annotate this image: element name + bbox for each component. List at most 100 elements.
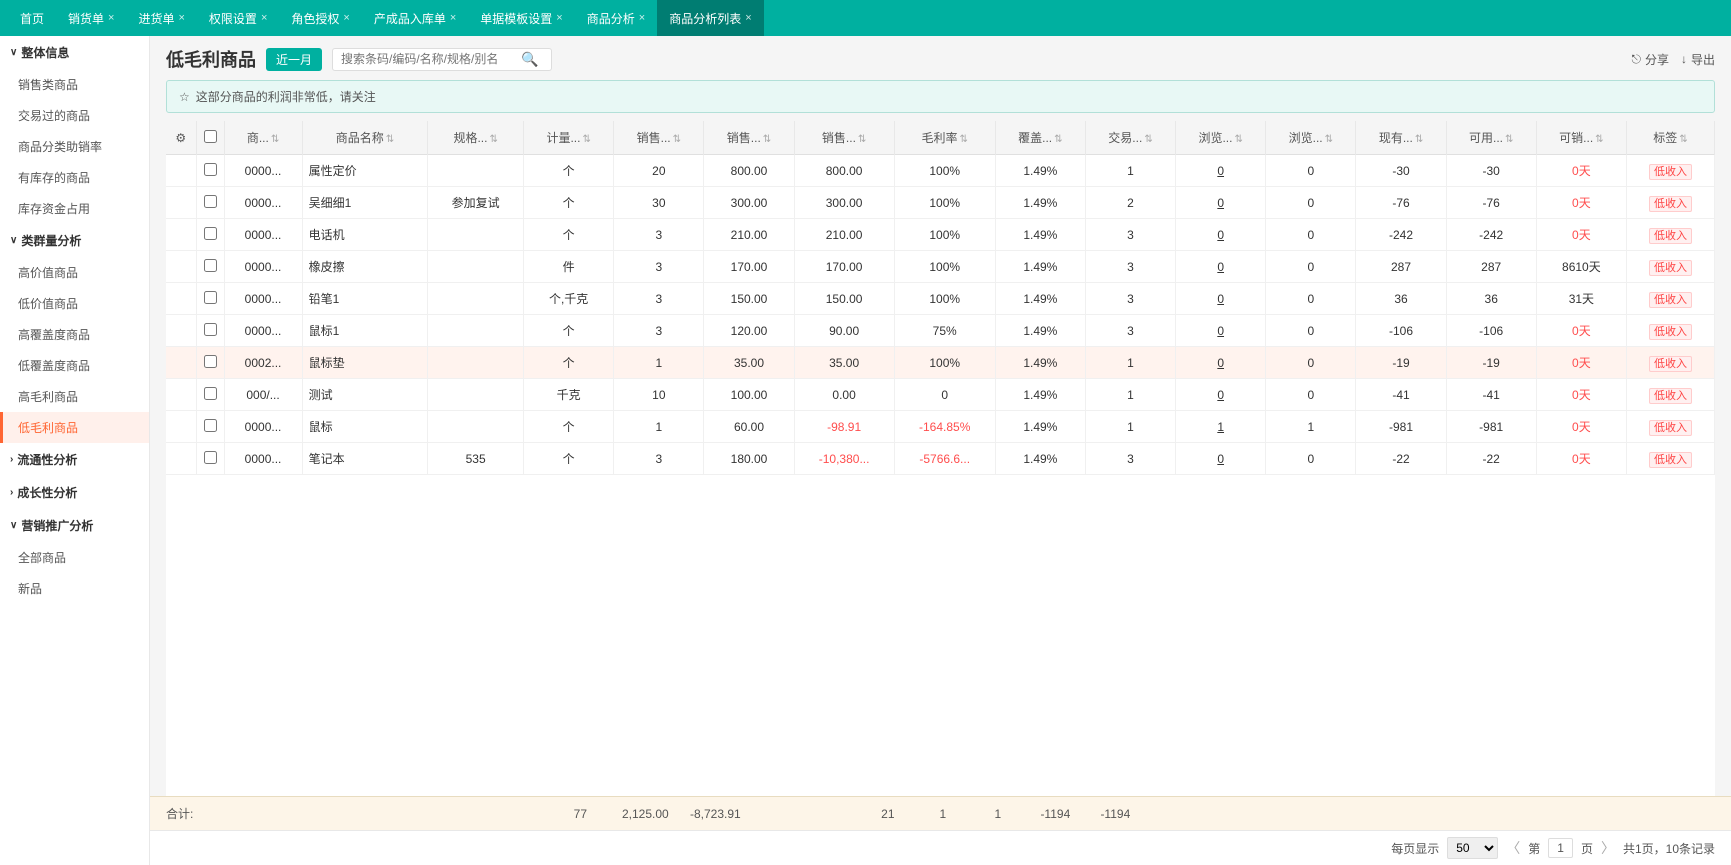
col-coverage[interactable]: 覆盖...⇅ [995, 121, 1085, 155]
nav-goods-analysis-list[interactable]: 商品分析列表 × [657, 0, 763, 36]
sidebar-item-low-coverage[interactable]: 低覆盖度商品 [0, 350, 149, 381]
row-browse1[interactable]: 0 [1176, 251, 1266, 283]
col-sales-qty[interactable]: 销售...⇅ [614, 121, 704, 155]
row-browse1[interactable]: 0 [1176, 315, 1266, 347]
row-checkbox[interactable] [204, 291, 217, 304]
prev-page-button[interactable]: 〈 [1506, 838, 1520, 858]
table-container[interactable]: ⚙ 商...⇅ 商品名称⇅ 规格...⇅ 计量...⇅ 销售...⇅ 销售...… [166, 121, 1715, 796]
row-checkbox-cell[interactable] [196, 283, 224, 315]
row-checkbox[interactable] [204, 355, 217, 368]
time-filter-button[interactable]: 近一月 [266, 48, 322, 71]
sidebar-item-high-margin[interactable]: 高毛利商品 [0, 381, 149, 412]
nav-goods-analysis-close[interactable]: × [639, 12, 645, 24]
nav-home[interactable]: 首页 [8, 0, 56, 36]
col-spec[interactable]: 规格...⇅ [428, 121, 524, 155]
row-settings-btn[interactable] [166, 283, 196, 315]
nav-permission[interactable]: 权限设置 × [197, 0, 279, 36]
nav-permission-close[interactable]: × [261, 12, 267, 24]
nav-template[interactable]: 单据模板设置 × [468, 0, 574, 36]
sidebar-group-growth[interactable]: › 成长性分析 [0, 476, 149, 509]
sidebar-group-flow[interactable]: › 流通性分析 [0, 443, 149, 476]
row-settings-btn[interactable] [166, 219, 196, 251]
col-gross-margin[interactable]: 毛利率⇅ [894, 121, 995, 155]
row-checkbox-cell[interactable] [196, 443, 224, 475]
row-settings-btn[interactable] [166, 379, 196, 411]
sidebar-item-low-value[interactable]: 低价值商品 [0, 288, 149, 319]
nav-purchase-close[interactable]: × [178, 12, 184, 24]
nav-product-entry-close[interactable]: × [450, 12, 456, 24]
nav-goods-analysis-list-close[interactable]: × [745, 12, 751, 24]
row-settings-btn[interactable] [166, 443, 196, 475]
row-checkbox[interactable] [204, 323, 217, 336]
nav-purchase-order[interactable]: 进货单 × [126, 0, 196, 36]
sidebar-item-sales-goods[interactable]: 销售类商品 [0, 69, 149, 100]
sidebar-item-all-goods[interactable]: 全部商品 [0, 542, 149, 573]
row-checkbox-cell[interactable] [196, 379, 224, 411]
col-available[interactable]: 可用...⇅ [1446, 121, 1536, 155]
row-checkbox[interactable] [204, 195, 217, 208]
row-settings-btn[interactable] [166, 315, 196, 347]
row-browse1[interactable]: 0 [1176, 219, 1266, 251]
row-browse1[interactable]: 0 [1176, 187, 1266, 219]
nav-sales-order[interactable]: 销货单 × [56, 0, 126, 36]
per-page-select[interactable]: 50 100 200 [1447, 837, 1498, 859]
col-settings[interactable]: ⚙ [166, 121, 196, 155]
row-checkbox-cell[interactable] [196, 187, 224, 219]
col-code[interactable]: 商...⇅ [224, 121, 302, 155]
row-settings-btn[interactable] [166, 251, 196, 283]
row-checkbox[interactable] [204, 451, 217, 464]
sidebar-item-new-goods[interactable]: 新品 [0, 573, 149, 604]
select-all-checkbox[interactable] [204, 130, 217, 143]
row-settings-btn[interactable] [166, 187, 196, 219]
sidebar-group-overall[interactable]: ∨ 整体信息 [0, 36, 149, 69]
nav-role-auth[interactable]: 角色授权 × [279, 0, 361, 36]
sidebar-item-category-sales-rate[interactable]: 商品分类助销率 [0, 131, 149, 162]
export-button[interactable]: ↓ 导出 [1681, 51, 1715, 68]
row-browse1[interactable]: 0 [1176, 379, 1266, 411]
row-checkbox-cell[interactable] [196, 251, 224, 283]
row-checkbox[interactable] [204, 163, 217, 176]
row-checkbox-cell[interactable] [196, 347, 224, 379]
nav-sales-close[interactable]: × [108, 12, 114, 24]
col-current[interactable]: 现有...⇅ [1356, 121, 1446, 155]
row-checkbox[interactable] [204, 227, 217, 240]
col-tag[interactable]: 标签⇅ [1626, 121, 1714, 155]
sidebar-item-high-coverage[interactable]: 高覆盖度商品 [0, 319, 149, 350]
search-icon[interactable]: 🔍 [521, 51, 538, 68]
row-browse1[interactable]: 1 [1176, 411, 1266, 443]
col-browse1[interactable]: 浏览...⇅ [1176, 121, 1266, 155]
col-sales-price[interactable]: 销售...⇅ [704, 121, 794, 155]
sidebar-item-stock-funds[interactable]: 库存资金占用 [0, 193, 149, 224]
col-unit[interactable]: 计量...⇅ [524, 121, 614, 155]
row-settings-btn[interactable] [166, 347, 196, 379]
sidebar-group-marketing[interactable]: ∨ 营销推广分析 [0, 509, 149, 542]
sidebar-item-traded-goods[interactable]: 交易过的商品 [0, 100, 149, 131]
sidebar-item-high-value[interactable]: 高价值商品 [0, 257, 149, 288]
sidebar-item-low-margin[interactable]: 低毛利商品 [0, 412, 149, 443]
sidebar-group-cluster[interactable]: ∨ 类群量分析 [0, 224, 149, 257]
row-checkbox-cell[interactable] [196, 411, 224, 443]
row-checkbox-cell[interactable] [196, 219, 224, 251]
col-sales-profit[interactable]: 销售...⇅ [794, 121, 894, 155]
col-checkbox[interactable] [196, 121, 224, 155]
nav-product-entry[interactable]: 产成品入库单 × [362, 0, 468, 36]
row-checkbox-cell[interactable] [196, 315, 224, 347]
nav-goods-analysis[interactable]: 商品分析 × [575, 0, 657, 36]
nav-template-close[interactable]: × [556, 12, 562, 24]
row-checkbox[interactable] [204, 419, 217, 432]
sidebar-item-stock-goods[interactable]: 有库存的商品 [0, 162, 149, 193]
row-checkbox-cell[interactable] [196, 155, 224, 187]
col-name[interactable]: 商品名称⇅ [302, 121, 428, 155]
row-browse1[interactable]: 0 [1176, 155, 1266, 187]
row-settings-btn[interactable] [166, 155, 196, 187]
col-salable[interactable]: 可销...⇅ [1536, 121, 1626, 155]
col-browse2[interactable]: 浏览...⇅ [1266, 121, 1356, 155]
row-browse1[interactable]: 0 [1176, 283, 1266, 315]
row-settings-btn[interactable] [166, 411, 196, 443]
col-trade[interactable]: 交易...⇅ [1085, 121, 1175, 155]
next-page-button[interactable]: 〉 [1601, 838, 1615, 858]
row-checkbox[interactable] [204, 259, 217, 272]
search-input[interactable] [341, 52, 521, 66]
nav-role-close[interactable]: × [343, 12, 349, 24]
row-browse1[interactable]: 0 [1176, 443, 1266, 475]
